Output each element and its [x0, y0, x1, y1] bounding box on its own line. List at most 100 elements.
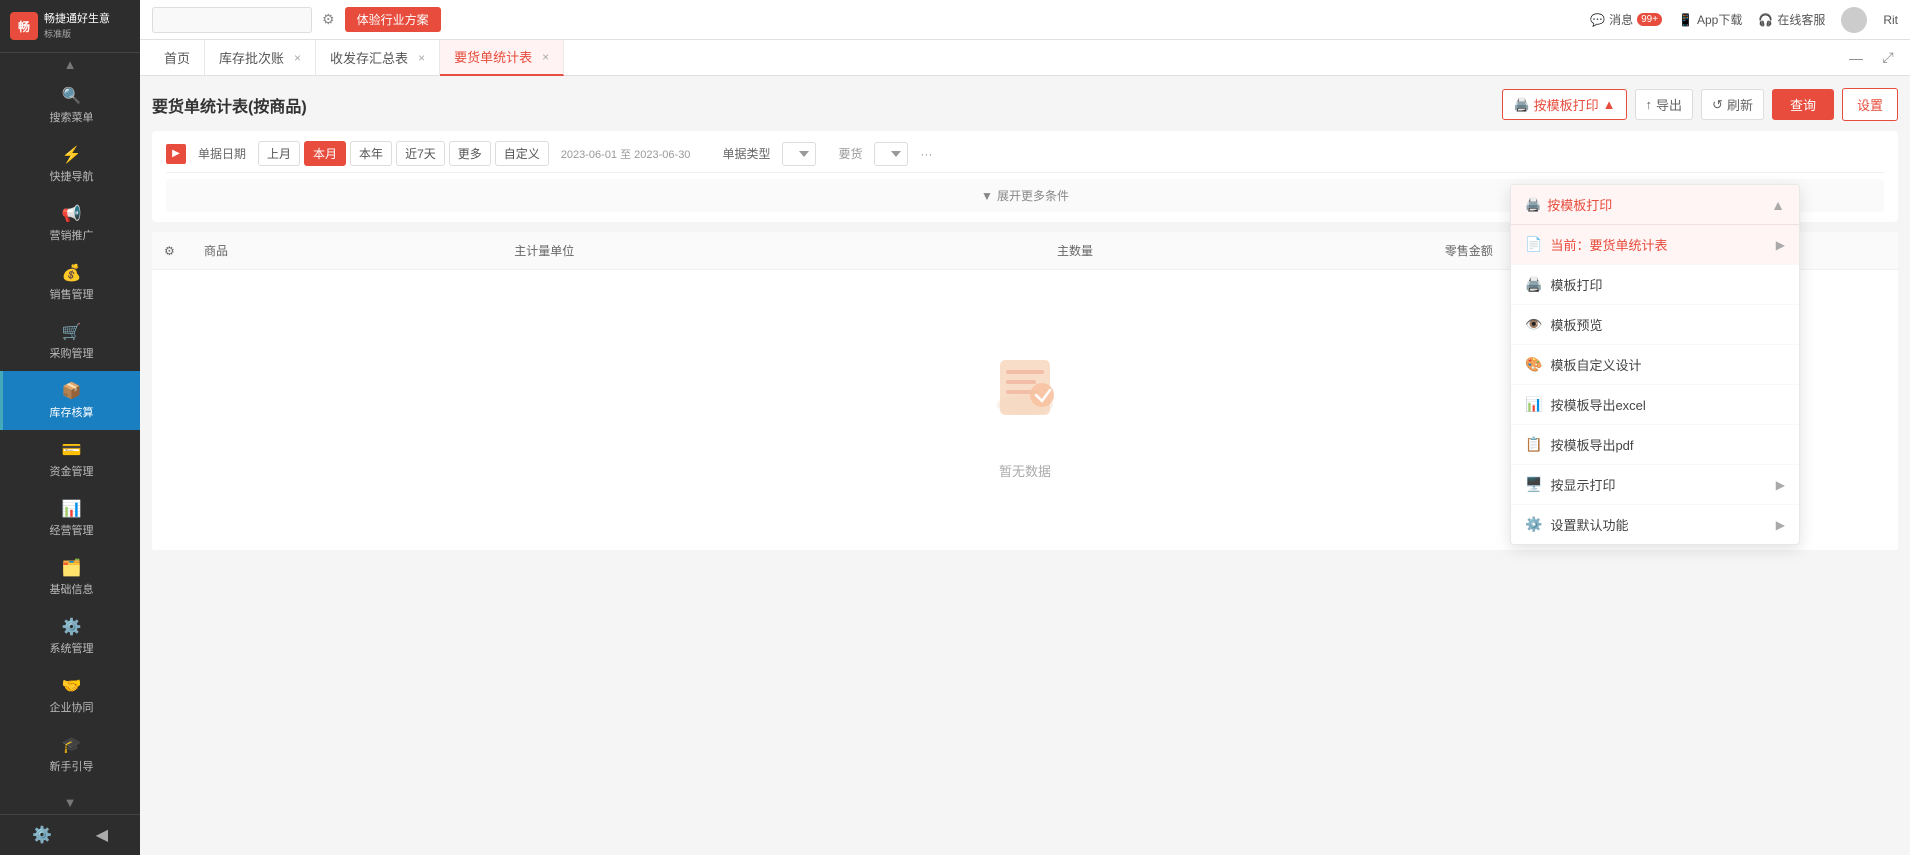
- current-arrow-icon: ▶: [1776, 238, 1785, 252]
- tab-inventory-batch[interactable]: 库存批次账 ×: [205, 40, 316, 76]
- message-btn[interactable]: 💬 消息 99+: [1590, 11, 1662, 28]
- page-title: 要货单统计表(按商品): [152, 93, 307, 117]
- default-func-arrow: ▶: [1776, 518, 1785, 532]
- sidebar-item-app-center[interactable]: 📱 应用中心: [0, 784, 140, 791]
- template-print-icon: 🖨️: [1525, 276, 1542, 293]
- purchase-icon: 🛒: [62, 322, 82, 342]
- sidebar-item-collab[interactable]: 🤝 企业协同: [0, 666, 140, 725]
- tabs-bar: 首页 库存批次账 × 收发存汇总表 × 要货单统计表 × — ⤢: [140, 40, 1910, 76]
- template-print-btn[interactable]: 🖨️ 按模板打印 ▲: [1502, 89, 1626, 120]
- basics-icon: 🗂️: [62, 558, 82, 578]
- dropdown-item-template-preview[interactable]: 👁️ 模板预览: [1511, 305, 1799, 345]
- settings-btn[interactable]: 设置: [1842, 88, 1898, 121]
- sidebar-nav: 🔍 搜索菜单 ⚡ 快捷导航 📢 营销推广 💰 销售管理 🛒 采购管理 📦 库存核…: [0, 76, 140, 791]
- gear-icon: ⚙: [164, 244, 175, 258]
- sidebar-logo: 畅 畅捷通好生意 标准版: [0, 0, 140, 53]
- headset-icon: 🎧: [1758, 13, 1773, 27]
- empty-icon: [980, 340, 1070, 449]
- th-gear[interactable]: ⚙: [152, 232, 192, 270]
- dropdown-item-export-excel[interactable]: 📊 按模板导出excel: [1511, 385, 1799, 425]
- prev-month-btn[interactable]: 上月: [258, 141, 300, 166]
- custom-btn[interactable]: 自定义: [495, 141, 549, 166]
- search-nav-icon: 🔍: [62, 86, 82, 106]
- sidebar-item-system[interactable]: ⚙️ 系统管理: [0, 607, 140, 666]
- dropdown-item-current[interactable]: 📄 当前：要货单统计表 ▶: [1511, 225, 1799, 265]
- footer-settings-btn[interactable]: ⚙️: [32, 825, 52, 845]
- logo-name: 畅捷通好生意: [44, 12, 110, 27]
- doc-type-select[interactable]: [782, 142, 816, 166]
- empty-text: 暂无数据: [999, 461, 1051, 480]
- tab-home[interactable]: 首页: [150, 40, 205, 76]
- refresh-btn[interactable]: ↺ 刷新: [1701, 89, 1764, 120]
- order-doc-select[interactable]: [874, 142, 908, 166]
- message-badge: 99+: [1637, 13, 1662, 26]
- sidebar-item-inventory[interactable]: 📦 库存核算: [0, 371, 140, 430]
- filter-separator: [166, 172, 1884, 173]
- sidebar-item-guide[interactable]: 🎓 新手引导: [0, 725, 140, 784]
- filter-row-1: ▶ 单据日期 上月 本月 本年 近7天 更多 自定义 2023-06-01 至 …: [166, 141, 1884, 166]
- main-area: ⚙ 体验行业方案 💬 消息 99+ 📱 App下载 🎧 在线客服 Rit 首页: [140, 0, 1910, 855]
- date-btns: 上月 本月 本年 近7天 更多 自定义: [258, 141, 549, 166]
- dropdown-item-export-pdf[interactable]: 📋 按模板导出pdf: [1511, 425, 1799, 465]
- current-year-btn[interactable]: 本年: [350, 141, 392, 166]
- current-doc-icon: 📄: [1525, 236, 1542, 253]
- doc-type-label: 单据类型: [722, 145, 770, 162]
- filter-expand-icon[interactable]: ▶: [166, 144, 186, 164]
- tab-receivable-summary-close[interactable]: ×: [418, 51, 425, 65]
- dropdown-title: 🖨️ 按模板打印: [1525, 195, 1612, 214]
- dropdown-close-btn[interactable]: ▲: [1771, 197, 1785, 213]
- expand-down-icon: ▼: [981, 189, 993, 203]
- export-icon: ↑: [1646, 97, 1653, 112]
- app-download-btn[interactable]: 📱 App下载: [1678, 11, 1742, 28]
- trial-btn[interactable]: 体验行业方案: [345, 7, 441, 32]
- sidebar-item-marketing[interactable]: 📢 营销推广: [0, 194, 140, 253]
- quick-nav-icon: ⚡: [62, 145, 82, 165]
- sales-icon: 💰: [62, 263, 82, 283]
- more-btn[interactable]: 更多: [449, 141, 491, 166]
- online-service-btn[interactable]: 🎧 在线客服: [1758, 11, 1825, 28]
- collab-icon: 🤝: [62, 676, 82, 696]
- footer-collapse-btn[interactable]: ◀: [96, 825, 108, 845]
- export-btn[interactable]: ↑ 导出: [1635, 89, 1694, 120]
- more-icon: ···: [920, 147, 932, 161]
- sidebar-item-search[interactable]: 🔍 搜索菜单: [0, 76, 140, 135]
- dropdown-header: 🖨️ 按模板打印 ▲: [1511, 185, 1799, 225]
- th-product: 商品: [192, 232, 502, 270]
- tab-order-stats-close[interactable]: ×: [542, 50, 549, 64]
- system-icon: ⚙️: [62, 617, 82, 637]
- tab-inventory-batch-close[interactable]: ×: [294, 51, 301, 65]
- scroll-up-btn[interactable]: ▲: [0, 53, 140, 76]
- dropdown-item-display-print[interactable]: 🖥️ 按显示打印 ▶: [1511, 465, 1799, 505]
- query-btn[interactable]: 查询: [1772, 89, 1834, 120]
- scroll-down-btn[interactable]: ▼: [0, 791, 140, 814]
- display-print-arrow: ▶: [1776, 478, 1785, 492]
- template-custom-icon: 🎨: [1525, 356, 1542, 373]
- sidebar-item-sales[interactable]: 💰 销售管理: [0, 253, 140, 312]
- topbar-gear-icon[interactable]: ⚙: [322, 11, 335, 28]
- sidebar-item-basics[interactable]: 🗂️ 基础信息: [0, 548, 140, 607]
- app-download-icon: 📱: [1678, 13, 1693, 27]
- date-range: 2023-06-01 至 2023-06-30: [561, 146, 691, 162]
- sidebar-item-quick-nav[interactable]: ⚡ 快捷导航: [0, 135, 140, 194]
- topbar-search-input[interactable]: [152, 7, 312, 33]
- export-pdf-icon: 📋: [1525, 436, 1542, 453]
- tab-order-stats[interactable]: 要货单统计表 ×: [440, 40, 564, 76]
- tab-receivable-summary[interactable]: 收发存汇总表 ×: [316, 40, 440, 76]
- tabs-minimize-btn[interactable]: —: [1842, 44, 1870, 72]
- last-7-btn[interactable]: 近7天: [396, 141, 445, 166]
- tabs-maximize-btn[interactable]: ⤢: [1874, 44, 1902, 72]
- dropdown-item-default-func[interactable]: ⚙️ 设置默认功能 ▶: [1511, 505, 1799, 544]
- dropdown-item-template-print[interactable]: 🖨️ 模板打印: [1511, 265, 1799, 305]
- sidebar-item-finance[interactable]: 💳 资金管理: [0, 430, 140, 489]
- logo-icon: 畅: [10, 12, 38, 40]
- current-month-btn[interactable]: 本月: [304, 141, 346, 166]
- sidebar-item-operations[interactable]: 📊 经营管理: [0, 489, 140, 548]
- user-avatar[interactable]: [1841, 7, 1867, 33]
- th-quantity: 主数量: [1045, 232, 1433, 270]
- refresh-icon: ↺: [1712, 97, 1723, 113]
- template-print-dropdown: 🖨️ 按模板打印 ▲ 📄 当前：要货单统计表 ▶ 🖨️ 模板打印 👁️ 模板预览…: [1510, 184, 1800, 545]
- dropdown-item-template-custom[interactable]: 🎨 模板自定义设计: [1511, 345, 1799, 385]
- sidebar-item-purchase[interactable]: 🛒 采购管理: [0, 312, 140, 371]
- user-name[interactable]: Rit: [1883, 13, 1898, 27]
- export-excel-icon: 📊: [1525, 396, 1542, 413]
